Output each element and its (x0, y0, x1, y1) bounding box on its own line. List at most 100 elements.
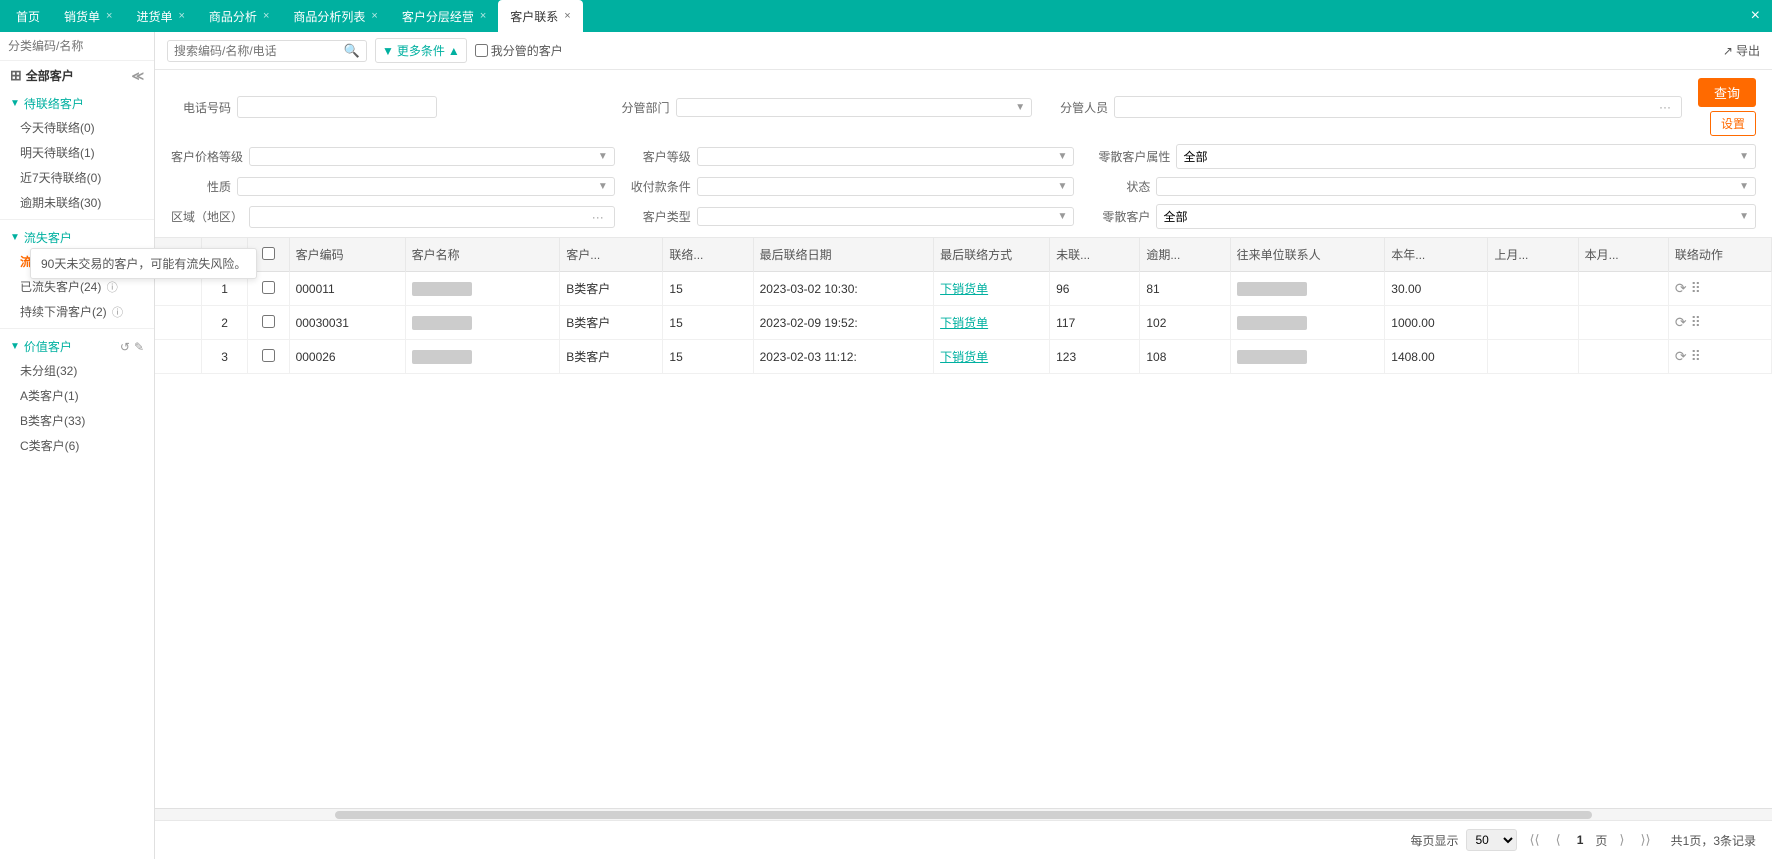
action-more-icon[interactable]: ⠿ (1691, 280, 1701, 297)
export-button[interactable]: ↗ 导出 (1723, 42, 1760, 59)
action-link-icon[interactable]: ⟳ (1675, 314, 1687, 331)
sidebar-item-overdue-contact[interactable]: 逾期未联络(30) (0, 190, 154, 215)
row-checkbox[interactable] (262, 349, 275, 362)
last-way-link[interactable]: 下销货单 (940, 282, 988, 296)
pagination-prev-btn[interactable]: ⟨ (1552, 830, 1565, 850)
filter-actions: 查询 设置 (1698, 78, 1756, 136)
row-action-cell: ⟳ ⠿ (1668, 340, 1771, 374)
last-way-link[interactable]: 下销货单 (940, 350, 988, 364)
tab-product-analysis-list-close[interactable]: × (371, 10, 377, 22)
action-link-icon[interactable]: ⟳ (1675, 280, 1687, 297)
row-checkbox-cell[interactable] (248, 340, 289, 374)
refresh-icon[interactable]: ↺ (120, 340, 130, 354)
retail-customer-select[interactable]: 全部 ▼ (1156, 204, 1756, 229)
row-last-month-cell (1488, 272, 1578, 306)
horizontal-scrollbar[interactable] (155, 808, 1772, 820)
sidebar-item-declining[interactable]: 持续下滑客户(2) ⓘ (0, 299, 154, 324)
col-header-contact[interactable]: 联络... (663, 238, 753, 272)
settings-button[interactable]: 设置 (1710, 111, 1756, 136)
tab-purchase-close[interactable]: × (178, 10, 184, 22)
sidebar-item-ungroup[interactable]: 未分组(32) (0, 358, 154, 383)
query-button[interactable]: 查询 (1698, 78, 1756, 107)
tab-customer-link-close[interactable]: × (564, 10, 570, 22)
row-last-way-cell[interactable]: 下销货单 (934, 306, 1050, 340)
col-header-last-way[interactable]: 最后联络方式 (934, 238, 1050, 272)
table-header-row: ⚙ 客户编码 客户名称 客户... (155, 238, 1772, 272)
my-customers-check-label[interactable]: 我分管的客户 (475, 42, 563, 59)
tab-home[interactable]: 首页 (4, 0, 52, 32)
dept-select[interactable]: ▼ (676, 98, 1033, 117)
page-size-select[interactable]: 50 100 (1466, 829, 1517, 851)
sidebar-item-c-customers[interactable]: C类客户(6) (0, 433, 154, 458)
row-last-way-cell[interactable]: 下销货单 (934, 340, 1050, 374)
retail-attr-select[interactable]: 全部 ▼ (1176, 144, 1756, 169)
row-checkbox-cell[interactable] (248, 306, 289, 340)
more-conditions-button[interactable]: ▼ 更多条件 ▲ (375, 38, 467, 63)
action-link-icon[interactable]: ⟳ (1675, 348, 1687, 365)
pagination-last-btn[interactable]: ⟩⟩ (1636, 830, 1654, 850)
col-header-code[interactable]: 客户编码 (289, 238, 405, 272)
person-select[interactable]: ··· (1114, 96, 1682, 118)
main-search-icon[interactable]: 🔍 (344, 43, 360, 59)
row-last-date-cell: 2023-03-02 10:30: (753, 272, 933, 306)
sidebar-item-b-customers[interactable]: B类客户(33) (0, 408, 154, 433)
last-way-link[interactable]: 下销货单 (940, 316, 988, 330)
main-search-input[interactable] (174, 44, 344, 58)
sidebar-item-today-contact[interactable]: 今天待联络(0) (0, 115, 154, 140)
status-select[interactable]: ▼ (1156, 177, 1756, 196)
tab-customer-link[interactable]: 客户联系 × (498, 0, 582, 32)
tab-sales[interactable]: 销货单 × (52, 0, 124, 32)
col-header-company-contact[interactable]: 往来单位联系人 (1230, 238, 1385, 272)
tab-product-analysis[interactable]: 商品分析 × (197, 0, 281, 32)
col-header-overdue[interactable]: 逾期... (1140, 238, 1230, 272)
more-dots-icon[interactable]: ··· (1655, 100, 1675, 114)
tab-sales-close[interactable]: × (106, 10, 112, 22)
action-more-icon[interactable]: ⠿ (1691, 314, 1701, 331)
sidebar-group-pending-contact[interactable]: ▼ 待联络客户 (0, 90, 154, 115)
sidebar-search-input[interactable] (8, 39, 155, 53)
action-more-icon[interactable]: ⠿ (1691, 348, 1701, 365)
row-unlinked-cell: 117 (1050, 306, 1140, 340)
filter-field-region: 区域（地区） ··· (171, 206, 615, 228)
sidebar-group-lost[interactable]: ▼ 流失客户 (0, 224, 154, 249)
more-dots-region[interactable]: ··· (588, 210, 608, 224)
tab-product-analysis-close[interactable]: × (263, 10, 269, 22)
col-header-this-month[interactable]: 本月... (1578, 238, 1668, 272)
pagination-first-btn[interactable]: ⟨⟨ (1525, 830, 1543, 850)
col-header-last-month[interactable]: 上月... (1488, 238, 1578, 272)
pagination-next-btn[interactable]: ⟩ (1615, 830, 1628, 850)
tab-customer-segment[interactable]: 客户分层经营 × (390, 0, 498, 32)
sidebar-item-tomorrow-contact[interactable]: 明天待联络(1) (0, 140, 154, 165)
nature-select[interactable]: ▼ (237, 177, 615, 196)
scroll-thumb[interactable] (335, 811, 1592, 819)
row-last-way-cell[interactable]: 下销货单 (934, 272, 1050, 306)
price-grade-select[interactable]: ▼ (249, 147, 615, 166)
sidebar-item-7day-contact[interactable]: 近7天待联络(0) (0, 165, 154, 190)
col-header-last-date[interactable]: 最后联络日期 (753, 238, 933, 272)
window-close-button[interactable]: × (1743, 7, 1768, 25)
customer-type-select[interactable]: ▼ (697, 207, 1075, 226)
row-checkbox[interactable] (262, 315, 275, 328)
tab-product-analysis-list[interactable]: 商品分析列表 × (281, 0, 389, 32)
tab-purchase[interactable]: 进货单 × (124, 0, 196, 32)
sidebar-group-value[interactable]: ▼ 价值客户 ↺ ✎ (0, 333, 154, 358)
payment-select[interactable]: ▼ (697, 177, 1075, 196)
filter-panel: 电话号码 分管部门 ▼ 分管人员 ··· 查询 设置 (155, 70, 1772, 238)
col-header-unlinked[interactable]: 未联... (1050, 238, 1140, 272)
row-checkbox[interactable] (262, 281, 275, 294)
row-contact-cell: 15 (663, 306, 753, 340)
select-all-checkbox[interactable] (262, 247, 275, 260)
filter-row-3: 性质 ▼ 收付款条件 ▼ 状态 ▼ (171, 177, 1756, 196)
sidebar-all-customers[interactable]: ⊞ 全部客户 ≪ (0, 61, 154, 90)
row-action-cell: ⟳ ⠿ (1668, 272, 1771, 306)
tab-customer-segment-close[interactable]: × (480, 10, 486, 22)
col-header-type[interactable]: 客户... (560, 238, 663, 272)
edit-icon[interactable]: ✎ (134, 340, 144, 354)
col-header-name[interactable]: 客户名称 (405, 238, 560, 272)
col-header-this-year[interactable]: 本年... (1385, 238, 1488, 272)
sidebar-item-a-customers[interactable]: A类客户(1) (0, 383, 154, 408)
region-select[interactable]: ··· (249, 206, 615, 228)
phone-input[interactable] (237, 96, 437, 118)
customer-grade-select[interactable]: ▼ (697, 147, 1075, 166)
my-customers-checkbox[interactable] (475, 44, 488, 57)
